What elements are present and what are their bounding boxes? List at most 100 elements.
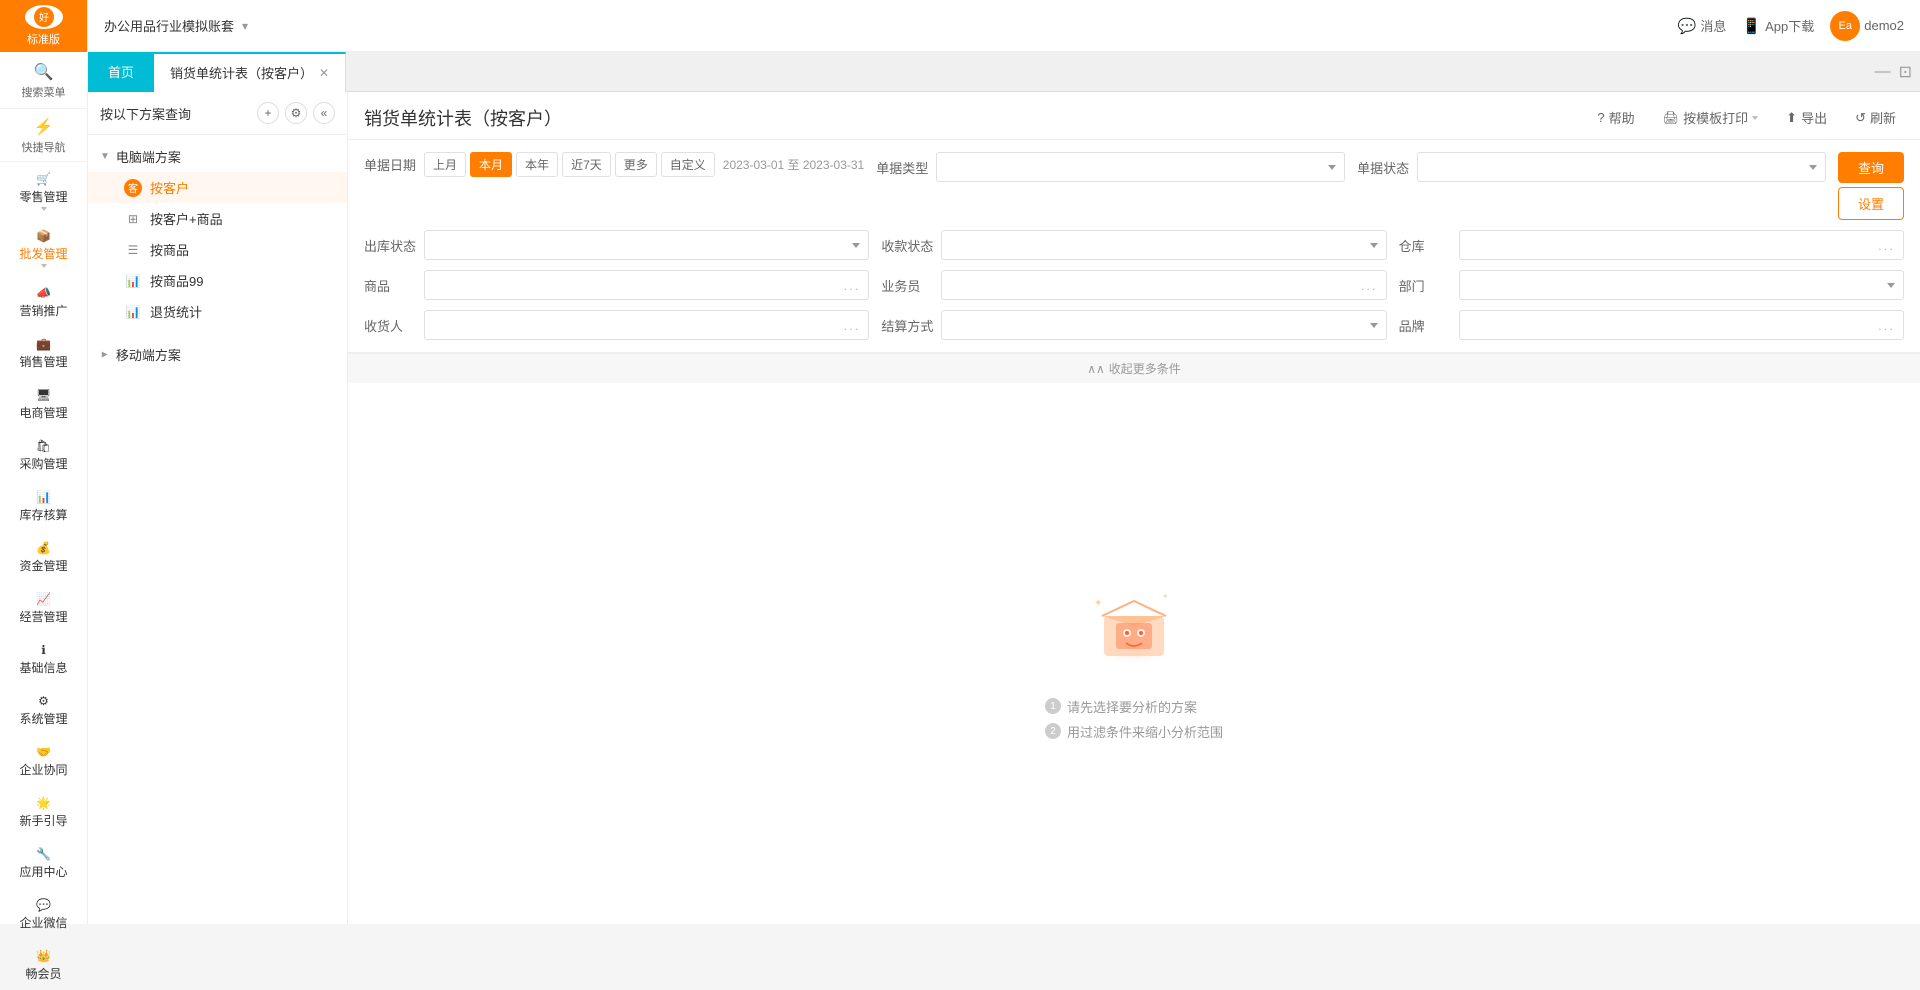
sidebar-item-basic[interactable]: ℹ 基础信息 — [0, 633, 87, 684]
sidebar-item-inventory[interactable]: 📊 库存核算 — [0, 480, 87, 531]
sidebar-item-enterprise[interactable]: 🤝 企业协同 — [0, 735, 87, 786]
sidebar-item-marketing[interactable]: 📣 营销推广 — [0, 276, 87, 327]
goods-99-icon: 📊 — [124, 272, 142, 290]
sidebar-item-wechat[interactable]: 💬 企业微信 — [0, 888, 87, 939]
filter-row-4: 收货人 ... 结算方式 品牌 — [364, 310, 1904, 340]
customer-scheme-icon: 客 — [124, 179, 142, 197]
date-btn-custom[interactable]: 自定义 — [661, 152, 715, 177]
scheme-group-pc[interactable]: ▼ 电脑端方案 — [88, 141, 347, 172]
tab-close-icon[interactable]: ✕ — [319, 66, 329, 80]
app-download-label: App下载 — [1765, 16, 1814, 35]
sidebar-item-newbie[interactable]: 🌟 新手引导 — [0, 786, 87, 837]
scheme-group-mobile[interactable]: ▼ 移动端方案 — [88, 339, 347, 370]
brand-input[interactable]: ... — [1459, 310, 1904, 340]
retail-icon: 🛒 — [36, 172, 51, 186]
customer-goods-label: 按客户+商品 — [150, 209, 223, 228]
settings-btn[interactable]: 设置 — [1838, 187, 1904, 220]
date-btn-7days[interactable]: 近7天 — [562, 152, 611, 177]
empty-tip-1: 1 请先选择要分析的方案 — [1045, 697, 1223, 716]
quick-nav-btn[interactable]: ⚡ 快捷导航 — [0, 109, 87, 162]
dept-select[interactable] — [1459, 270, 1904, 300]
tab-home-label: 首页 — [108, 62, 134, 81]
recipient-item: 收货人 ... — [364, 310, 869, 340]
order-status-arrow — [1809, 165, 1817, 170]
scheme-item-return-stats[interactable]: 📊 退货统计 — [88, 296, 347, 327]
window-minimize-btn[interactable]: — — [1875, 63, 1891, 81]
order-type-select[interactable] — [936, 152, 1345, 182]
template-print-btn[interactable]: 🖨 按模板打印 — [1655, 104, 1767, 131]
goods-input[interactable]: ... — [424, 270, 869, 300]
scheme-item-by-customer-goods[interactable]: ⊞ 按客户+商品 — [88, 203, 347, 234]
window-maximize-btn[interactable]: ⊡ — [1899, 62, 1912, 82]
search-menu-btn[interactable]: 🔍 搜索菜单 — [0, 52, 87, 109]
appstore-icon: 🔧 — [36, 847, 51, 861]
scheme-item-by-goods[interactable]: ☰ 按商品 — [88, 234, 347, 265]
receipt-status-select[interactable] — [941, 230, 1386, 260]
order-status-select[interactable] — [1417, 152, 1826, 182]
order-status-label: 单据状态 — [1357, 158, 1409, 177]
export-btn[interactable]: ⬆ 导出 — [1778, 104, 1835, 131]
message-btn[interactable]: 💬 消息 — [1678, 16, 1727, 35]
collapse-bar[interactable]: ∧∧ 收起更多条件 — [348, 353, 1920, 383]
scheme-item-by-goods-99[interactable]: 📊 按商品99 — [88, 265, 347, 296]
sidebar-item-ecommerce-label: 电商管理 — [19, 404, 67, 421]
query-btn[interactable]: 查询 — [1838, 152, 1904, 183]
date-btn-cur-year[interactable]: 本年 — [516, 152, 558, 177]
empty-state: ✦ ✦ ✦ 1 请先选择要分析的方案 2 用过滤条件来缩小分析范围 — [348, 383, 1920, 924]
filter-row-2: 出库状态 收款状态 仓库 — [364, 230, 1904, 260]
warehouse-item: 仓库 ... — [1399, 230, 1904, 260]
user-avatar-btn[interactable]: Ea demo2 — [1830, 11, 1904, 41]
help-icon: ? — [1597, 110, 1604, 125]
sidebar-item-member[interactable]: 👑 畅会员 — [0, 939, 87, 990]
date-btn-more[interactable]: 更多 — [615, 152, 657, 177]
sidebar-item-enterprise-label: 企业协同 — [19, 761, 67, 778]
sidebar-item-purchase[interactable]: 🛍 采购管理 — [0, 429, 87, 480]
sidebar-item-retail[interactable]: 🛒 零售管理 — [0, 162, 87, 219]
recipient-input[interactable]: ... — [424, 310, 869, 340]
date-btn-prev-month[interactable]: 上月 — [424, 152, 466, 177]
sidebar-item-wechat-label: 企业微信 — [19, 914, 67, 931]
logo-icon: 好 — [25, 5, 63, 29]
tab-home[interactable]: 首页 — [88, 52, 154, 92]
sidebar-item-operation[interactable]: 📈 经营管理 — [0, 582, 87, 633]
sidebar-item-sales[interactable]: 💼 销售管理 — [0, 327, 87, 378]
sidebar-item-purchase-label: 采购管理 — [19, 455, 67, 472]
svg-text:✦: ✦ — [1152, 608, 1157, 615]
left-panel-actions: + ⚙ « — [257, 102, 335, 124]
filter-row-3: 商品 ... 业务员 ... 部门 — [364, 270, 1904, 300]
settings-scheme-btn[interactable]: ⚙ — [285, 102, 307, 124]
settlement-select[interactable] — [941, 310, 1386, 340]
app-download-btn[interactable]: 📱 App下载 — [1742, 16, 1814, 35]
tip-num-1: 1 — [1045, 698, 1061, 714]
sidebar-item-operation-label: 经营管理 — [19, 608, 67, 625]
salesman-input[interactable]: ... — [941, 270, 1386, 300]
help-label: 帮助 — [1609, 108, 1635, 127]
sidebar-item-system[interactable]: ⚙ 系统管理 — [0, 684, 87, 735]
dropdown-icon[interactable]: ▾ — [242, 19, 248, 33]
scheme-item-by-customer[interactable]: 客 按客户 — [88, 172, 347, 203]
refresh-btn[interactable]: ↺ 刷新 — [1847, 104, 1904, 131]
out-status-select[interactable] — [424, 230, 869, 260]
sidebar-item-finance[interactable]: 💰 资金管理 — [0, 531, 87, 582]
order-type-arrow — [1328, 165, 1336, 170]
brand-label: 品牌 — [1399, 316, 1451, 335]
left-panel-header: 按以下方案查询 + ⚙ « — [88, 92, 347, 135]
help-btn[interactable]: ? 帮助 — [1589, 104, 1642, 131]
goods-item: 商品 ... — [364, 270, 869, 300]
goods-icon: ☰ — [124, 241, 142, 259]
wholesale-icon: 📦 — [36, 229, 51, 243]
date-btn-cur-month[interactable]: 本月 — [470, 152, 512, 177]
collapse-panel-btn[interactable]: « — [313, 102, 335, 124]
warehouse-input[interactable]: ... — [1459, 230, 1904, 260]
sidebar-item-appstore[interactable]: 🔧 应用中心 — [0, 837, 87, 888]
avatar-text: Ea — [1839, 20, 1852, 32]
sidebar-item-wholesale[interactable]: 📦 批发管理 — [0, 219, 87, 276]
out-status-label: 出库状态 — [364, 236, 416, 255]
add-scheme-btn[interactable]: + — [257, 102, 279, 124]
sidebar-item-ecommerce[interactable]: 🖥 电商管理 — [0, 378, 87, 429]
tab-bar: 首页 销货单统计表（按客户） ✕ — ⊡ — [88, 52, 1920, 92]
out-status-item: 出库状态 — [364, 230, 869, 260]
template-print-label: 按模板打印 — [1683, 108, 1748, 127]
newbie-icon: 🌟 — [36, 796, 51, 810]
tab-sales-stats[interactable]: 销货单统计表（按客户） ✕ — [154, 52, 346, 92]
